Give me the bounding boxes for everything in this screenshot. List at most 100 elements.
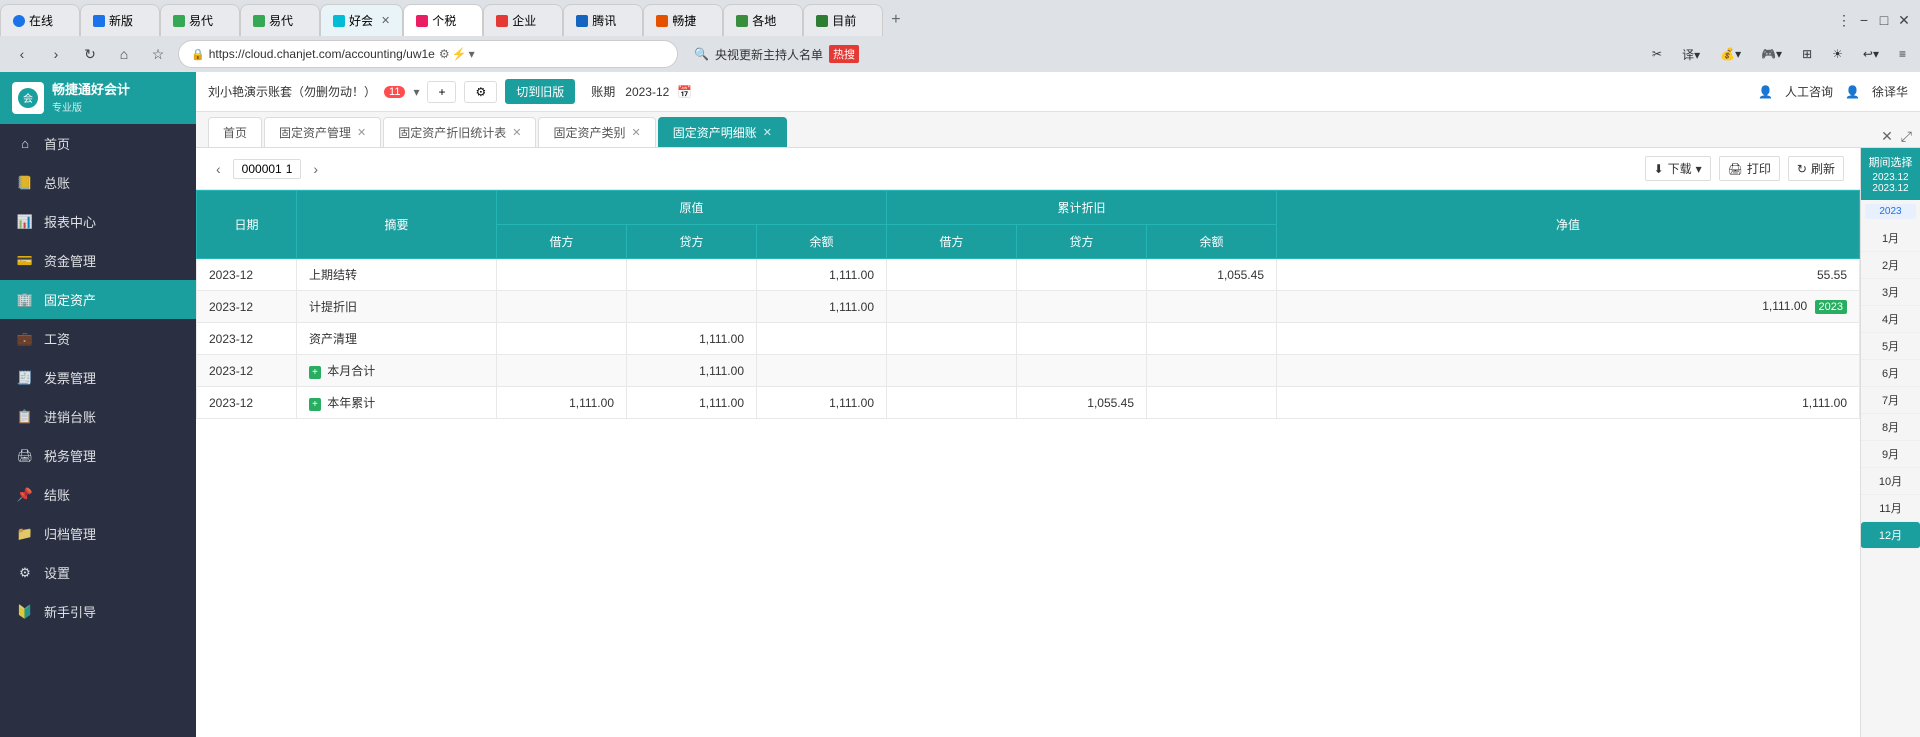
- table-row: 2023-12 计提折旧 1,111.00 1,111.00: [197, 291, 1860, 323]
- tab-asset-category[interactable]: 固定资产类别 ✕: [538, 117, 655, 147]
- row2-accum-balance: [1147, 291, 1277, 323]
- grid-btn[interactable]: ⊞: [1796, 45, 1818, 63]
- forward-button[interactable]: ›: [42, 40, 70, 68]
- help-label[interactable]: 人工咨询: [1785, 83, 1833, 100]
- month-total-badge: +: [309, 366, 321, 379]
- wallet-btn[interactable]: 💰▾: [1714, 45, 1747, 63]
- tab-close-category[interactable]: ✕: [632, 126, 641, 139]
- tab-tengxun[interactable]: 腾讯: [563, 4, 643, 36]
- sidebar-item-invoice[interactable]: 🧾 发票管理: [0, 358, 196, 397]
- tab-yidai1[interactable]: 易代: [160, 4, 240, 36]
- period-month-3[interactable]: 3月: [1861, 279, 1920, 306]
- tab-haohui[interactable]: 好会 ✕: [320, 4, 403, 36]
- menu-btn[interactable]: ≡: [1893, 45, 1912, 63]
- url-dropdown[interactable]: ▾: [469, 47, 475, 61]
- period-month-11[interactable]: 11月: [1861, 495, 1920, 522]
- tab-close-depreciation[interactable]: ✕: [512, 126, 521, 139]
- sidebar-item-archive[interactable]: 📁 归档管理: [0, 514, 196, 553]
- dropdown-icon[interactable]: ▾: [413, 85, 419, 99]
- sun-btn[interactable]: ☀: [1826, 45, 1849, 63]
- scissors-btn[interactable]: ✂: [1646, 45, 1668, 63]
- period-month-8[interactable]: 8月: [1861, 414, 1920, 441]
- row3-net-value: [1277, 323, 1860, 355]
- row1-date: 2023-12: [197, 259, 297, 291]
- sidebar-item-salary[interactable]: 💼 工资: [0, 319, 196, 358]
- tab-close-detail[interactable]: ✕: [763, 126, 772, 139]
- sidebar-item-ledger[interactable]: 📒 总账: [0, 163, 196, 202]
- bookmark-button[interactable]: ☆: [144, 40, 172, 68]
- sidebar-logo: 会: [12, 82, 44, 114]
- period-selected2: 2023.12: [1865, 183, 1916, 194]
- tab-home-label: 首页: [223, 124, 247, 141]
- maximize-icon[interactable]: □: [1876, 12, 1892, 28]
- panel-close-icon[interactable]: ✕: [1881, 128, 1893, 145]
- tab-yidai2[interactable]: 易代: [240, 4, 320, 36]
- undo-btn[interactable]: ↩▾: [1857, 45, 1885, 63]
- table-row: 2023-12 + 本年累计 1,111.00 1,111.00 1,111.0…: [197, 387, 1860, 419]
- tab-asset-management[interactable]: 固定资产管理 ✕: [264, 117, 381, 147]
- tab-muqian[interactable]: 目前: [803, 4, 883, 36]
- period-month-1[interactable]: 1月: [1861, 225, 1920, 252]
- sidebar-label-ledger: 总账: [44, 173, 70, 192]
- sidebar-label-assets: 固定资产: [44, 290, 96, 309]
- back-button[interactable]: ‹: [8, 40, 36, 68]
- row5-orig-debit: 1,111.00: [497, 387, 627, 419]
- minimize-icon[interactable]: −: [1856, 12, 1872, 28]
- home-button[interactable]: ⌂: [110, 40, 138, 68]
- tab-home[interactable]: 首页: [208, 117, 262, 147]
- tab-list-icon[interactable]: ⋮: [1836, 12, 1852, 28]
- switch-version-button[interactable]: 切到旧版: [505, 79, 575, 104]
- tab-close-asset-management[interactable]: ✕: [357, 126, 366, 139]
- add-company-button[interactable]: +: [427, 81, 456, 103]
- sidebar-title: 畅捷通好会计: [52, 82, 130, 99]
- translate-btn[interactable]: 译▾: [1676, 44, 1706, 65]
- prev-page-button[interactable]: ‹: [212, 159, 225, 179]
- row5-accum-debit: [887, 387, 1017, 419]
- refresh-button[interactable]: ↻: [76, 40, 104, 68]
- tab-gedi[interactable]: 各地: [723, 4, 803, 36]
- download-button[interactable]: ⬇ 下载 ▾: [1645, 156, 1711, 181]
- period-month-10[interactable]: 10月: [1861, 468, 1920, 495]
- close-window-icon[interactable]: ✕: [1896, 12, 1912, 28]
- period-month-5[interactable]: 5月: [1861, 333, 1920, 360]
- game-btn[interactable]: 🎮▾: [1755, 45, 1788, 63]
- calendar-icon[interactable]: 📅: [677, 85, 692, 99]
- period-month-2[interactable]: 2月: [1861, 252, 1920, 279]
- sidebar-item-assets[interactable]: 🏢 固定资产: [0, 280, 196, 319]
- panel-resize-icon[interactable]: ⤢: [1901, 128, 1912, 145]
- tab-qiye[interactable]: 企业: [483, 4, 563, 36]
- sidebar-item-trade[interactable]: 📋 进销台账: [0, 397, 196, 436]
- tab-online[interactable]: 在线: [0, 4, 80, 36]
- tab-new[interactable]: 新版: [80, 4, 160, 36]
- sidebar-item-home[interactable]: ⌂ 首页: [0, 124, 196, 163]
- new-tab-button[interactable]: +: [883, 4, 908, 36]
- period-selected1: 2023.12: [1865, 172, 1916, 183]
- period-month-12[interactable]: 12月: [1861, 522, 1920, 549]
- table-row: 2023-12 + 本月合计 1,111.00: [197, 355, 1860, 387]
- period-panel: 期间选择 2023.12 2023.12 2023 1月 2月 3月 4月: [1860, 148, 1920, 737]
- address-bar[interactable]: 🔒 https://cloud.chanjet.com/accounting/u…: [178, 40, 678, 68]
- refresh-button[interactable]: ↻ 刷新: [1788, 156, 1844, 181]
- settings-icon-btn[interactable]: ⚙: [464, 81, 497, 103]
- tab-close-haohui[interactable]: ✕: [381, 14, 390, 27]
- period-month-7[interactable]: 7月: [1861, 387, 1920, 414]
- sidebar-item-funds[interactable]: 💳 资金管理: [0, 241, 196, 280]
- sidebar-item-reports[interactable]: 📊 报表中心: [0, 202, 196, 241]
- sidebar-item-tax[interactable]: 🖨 税务管理: [0, 436, 196, 475]
- tab-gesui[interactable]: 个税: [403, 4, 483, 36]
- period-month-4[interactable]: 4月: [1861, 306, 1920, 333]
- archive-icon: 📁: [16, 525, 34, 543]
- tab-asset-detail[interactable]: 固定资产明细账 ✕: [658, 117, 787, 147]
- next-page-button[interactable]: ›: [309, 159, 322, 179]
- tab-changjie[interactable]: 畅捷: [643, 4, 723, 36]
- period-month-6[interactable]: 6月: [1861, 360, 1920, 387]
- sidebar-item-close-book[interactable]: 📌 结账: [0, 475, 196, 514]
- print-button[interactable]: 🖨 打印: [1719, 156, 1780, 181]
- user-label[interactable]: 徐译华: [1872, 83, 1908, 100]
- url-text: https://cloud.chanjet.com/accounting/uw1…: [209, 47, 435, 61]
- sidebar-item-settings[interactable]: ⚙ 设置: [0, 553, 196, 592]
- sidebar-item-guide[interactable]: 🔰 新手引导: [0, 592, 196, 631]
- period-month-9[interactable]: 9月: [1861, 441, 1920, 468]
- tab-depreciation-table[interactable]: 固定资产折旧统计表 ✕: [383, 117, 536, 147]
- hot-label: 热搜: [829, 45, 859, 63]
